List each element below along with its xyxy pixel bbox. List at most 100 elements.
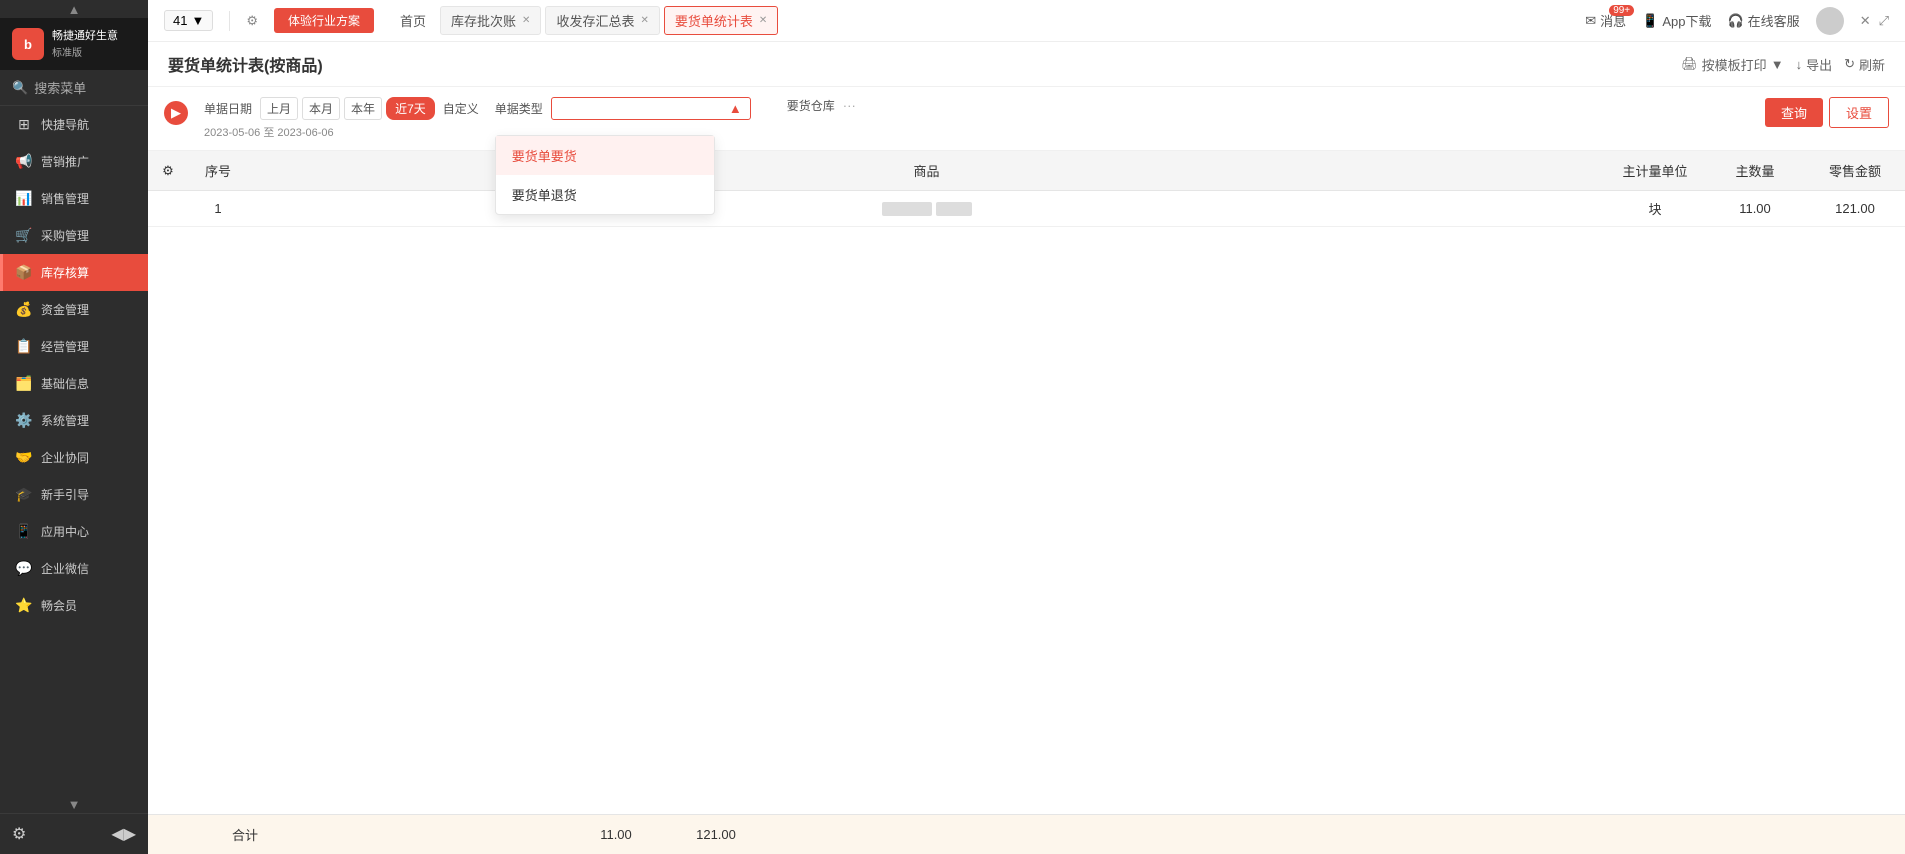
warehouse-filter: 要货仓库 ··· bbox=[787, 97, 856, 114]
table-header-quantity: 主数量 bbox=[1705, 151, 1805, 191]
sidebar-item-system[interactable]: ⚙️ 系统管理 bbox=[0, 402, 148, 439]
dropdown-option-order-return[interactable]: 要货单退货 bbox=[496, 175, 714, 214]
collab-icon: 🤝 bbox=[15, 449, 33, 466]
type-filter-select[interactable]: ▲ bbox=[551, 97, 751, 120]
close-window-icon[interactable]: ✕ bbox=[1860, 13, 1871, 29]
sidebar-item-marketing[interactable]: 📢 营销推广 bbox=[0, 143, 148, 180]
tab-count: 41 bbox=[173, 13, 187, 28]
row-amount-cell: 121.00 bbox=[1805, 191, 1905, 227]
tab-order-stat-close[interactable]: ✕ bbox=[759, 15, 767, 26]
service-icon: 🎧 bbox=[1727, 13, 1743, 29]
sidebar-label-purchase: 采购管理 bbox=[41, 227, 89, 244]
sidebar-label-finance: 资金管理 bbox=[41, 301, 89, 318]
query-button[interactable]: 查询 bbox=[1765, 98, 1823, 127]
tab-home-label: 首页 bbox=[400, 11, 426, 30]
sidebar-item-guide[interactable]: 🎓 新手引导 bbox=[0, 476, 148, 513]
settings-icon[interactable]: ⚙ bbox=[12, 824, 26, 844]
sidebar-item-wechat[interactable]: 💬 企业微信 bbox=[0, 550, 148, 587]
date-btn-this-year[interactable]: 本年 bbox=[344, 97, 382, 120]
export-label: 导出 bbox=[1806, 55, 1832, 74]
tab-dropdown-arrow: ▼ bbox=[191, 13, 204, 28]
collapse-icon[interactable]: ◀▶ bbox=[111, 824, 136, 844]
sidebar-item-collab[interactable]: 🤝 企业协同 bbox=[0, 439, 148, 476]
app-logo-icon: b bbox=[12, 28, 44, 60]
sidebar-label-sales: 销售管理 bbox=[41, 190, 89, 207]
sidebar-item-purchase[interactable]: 🛒 采购管理 bbox=[0, 217, 148, 254]
tab-inventory-batch[interactable]: 库存批次账 ✕ bbox=[440, 6, 541, 35]
settings-gear-icon[interactable]: ⚙ bbox=[246, 13, 258, 29]
sidebar-search[interactable]: 🔍 搜索菜单 bbox=[0, 70, 148, 106]
date-filter-label: 单据日期 bbox=[204, 100, 252, 117]
row-quantity-cell: 11.00 bbox=[1705, 191, 1805, 227]
online-service-button[interactable]: 🎧 在线客服 bbox=[1727, 11, 1799, 30]
table-header-row: ⚙ 序号 商品 主计量单位 主数量 零售金额 bbox=[148, 151, 1905, 191]
header-right: ✉ 消息 99+ 📱 App下载 🎧 在线客服 bbox=[1585, 7, 1843, 35]
date-btn-this-month[interactable]: 本月 bbox=[302, 97, 340, 120]
service-label: 在线客服 bbox=[1748, 11, 1800, 30]
sidebar-scroll-down[interactable]: ▼ bbox=[0, 795, 148, 813]
tab-inventory-batch-close[interactable]: ✕ bbox=[522, 15, 530, 26]
sidebar-item-sales[interactable]: 📊 销售管理 bbox=[0, 180, 148, 217]
header-divider bbox=[229, 11, 230, 31]
table-header-product: 商品 bbox=[248, 151, 1605, 191]
sidebar-item-members[interactable]: ⭐ 畅会员 bbox=[0, 587, 148, 624]
sidebar-item-shortcuts[interactable]: ⊞ 快捷导航 bbox=[0, 106, 148, 143]
sidebar: ▲ b 畅捷通好生意 标准版 🔍 搜索菜单 ⊞ 快捷导航 📢 营销推广 📊 销售… bbox=[0, 0, 148, 854]
members-icon: ⭐ bbox=[15, 597, 33, 614]
date-btn-7days[interactable]: 近7天 bbox=[386, 97, 435, 120]
tab-order-stat-label: 要货单统计表 bbox=[675, 11, 753, 30]
dropdown-option-order-goods[interactable]: 要货单要货 bbox=[496, 136, 714, 175]
message-icon: ✉ bbox=[1585, 13, 1596, 29]
product-placeholder bbox=[260, 202, 1593, 216]
table-header-settings[interactable]: ⚙ bbox=[148, 151, 188, 191]
user-avatar[interactable] bbox=[1816, 7, 1844, 35]
tab-number-selector[interactable]: 41 ▼ bbox=[164, 10, 213, 31]
tab-receivable[interactable]: 收发存汇总表 ✕ bbox=[545, 6, 659, 35]
print-icon: 🖨 bbox=[1681, 56, 1698, 72]
sidebar-item-inventory[interactable]: 📦 库存核算 bbox=[0, 254, 148, 291]
table-header-unit: 主计量单位 bbox=[1605, 151, 1705, 191]
tab-receivable-close[interactable]: ✕ bbox=[640, 15, 648, 26]
warehouse-more-icon[interactable]: ··· bbox=[843, 98, 856, 113]
promo-button[interactable]: 体验行业方案 bbox=[274, 8, 374, 33]
window-controls: ✕ ⤢ bbox=[1860, 13, 1889, 29]
sidebar-item-basic[interactable]: 🗂️ 基础信息 bbox=[0, 365, 148, 402]
download-label: App下载 bbox=[1662, 11, 1711, 30]
filter-expand-button[interactable]: ▶ bbox=[164, 101, 188, 125]
sidebar-footer: ⚙ ◀▶ bbox=[0, 813, 148, 854]
expand-window-icon[interactable]: ⤢ bbox=[1879, 13, 1889, 29]
app-download-button[interactable]: 📱 App下载 bbox=[1642, 11, 1711, 30]
row-product-cell bbox=[248, 191, 1605, 227]
page-title: 要货单统计表(按商品) bbox=[168, 52, 323, 76]
export-button[interactable]: ↓ 导出 bbox=[1796, 55, 1833, 74]
sidebar-scroll-up[interactable]: ▲ bbox=[0, 0, 148, 18]
product-bar-2 bbox=[936, 202, 972, 216]
sidebar-logo: b 畅捷通好生意 标准版 bbox=[0, 18, 148, 70]
sidebar-nav: ⊞ 快捷导航 📢 营销推广 📊 销售管理 🛒 采购管理 📦 库存核算 💰 资金管… bbox=[0, 106, 148, 795]
filter-actions: 查询 设置 bbox=[1765, 97, 1889, 128]
system-icon: ⚙️ bbox=[15, 412, 33, 429]
page-toolbar: 🖨 按模板打印 ▼ ↓ 导出 ↻ 刷新 bbox=[1681, 55, 1885, 74]
type-filter-row: 单据类型 ▲ bbox=[495, 97, 751, 120]
tab-order-stat[interactable]: 要货单统计表 ✕ bbox=[664, 6, 778, 35]
download-icon: 📱 bbox=[1642, 13, 1658, 29]
marketing-icon: 📢 bbox=[15, 153, 33, 170]
date-custom-button[interactable]: 自定义 bbox=[443, 100, 479, 117]
date-btn-last-month[interactable]: 上月 bbox=[260, 97, 298, 120]
table-footer: 合计 11.00 121.00 bbox=[148, 814, 1905, 854]
tab-home[interactable]: 首页 bbox=[390, 7, 436, 34]
search-icon: 🔍 bbox=[12, 80, 28, 96]
page-area: 要货单统计表(按商品) 🖨 按模板打印 ▼ ↓ 导出 ↻ 刷新 ▶ bbox=[148, 42, 1905, 854]
print-button[interactable]: 🖨 按模板打印 ▼ bbox=[1681, 55, 1783, 74]
message-button[interactable]: ✉ 消息 99+ bbox=[1585, 11, 1626, 30]
date-preset-buttons: 上月 本月 本年 近7天 bbox=[260, 97, 435, 120]
date-filter-row: 单据日期 上月 本月 本年 近7天 自定义 bbox=[204, 97, 479, 120]
sidebar-item-appstore[interactable]: 📱 应用中心 bbox=[0, 513, 148, 550]
date-range-display: 2023-05-06 至 2023-06-06 bbox=[204, 124, 479, 140]
sidebar-item-finance[interactable]: 💰 资金管理 bbox=[0, 291, 148, 328]
sidebar-item-operations[interactable]: 📋 经营管理 bbox=[0, 328, 148, 365]
wechat-icon: 💬 bbox=[15, 560, 33, 577]
refresh-button[interactable]: ↻ 刷新 bbox=[1844, 55, 1885, 74]
set-button[interactable]: 设置 bbox=[1829, 97, 1889, 128]
warehouse-filter-label: 要货仓库 bbox=[787, 97, 835, 114]
